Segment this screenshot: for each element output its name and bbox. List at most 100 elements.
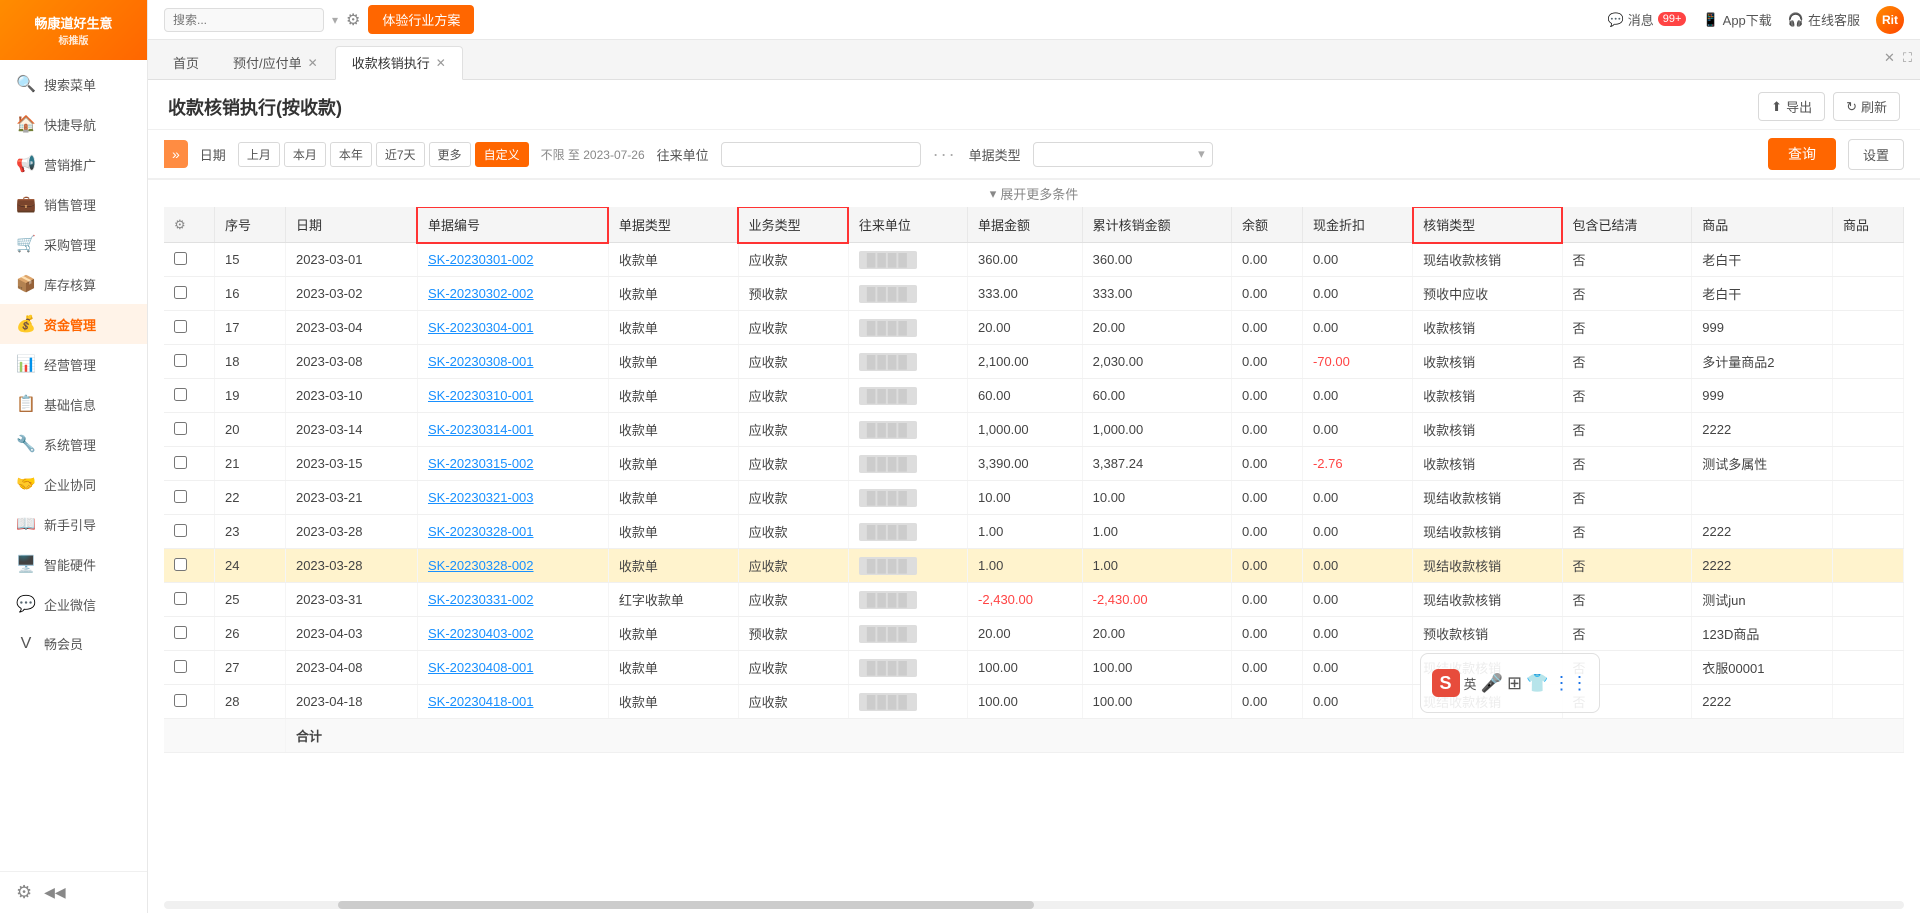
cell-biz_type: 应收款: [738, 379, 848, 413]
partner-input[interactable]: [721, 142, 921, 167]
query-button[interactable]: 查询: [1768, 138, 1836, 170]
cell-doc_no[interactable]: SK-20230328-001: [417, 515, 608, 549]
horizontal-scrollbar[interactable]: [164, 901, 1904, 909]
cell-doc_no[interactable]: SK-20230418-001: [417, 685, 608, 719]
row-checkbox[interactable]: [174, 320, 187, 333]
sidebar-item-operations[interactable]: 📊经营管理: [0, 344, 147, 384]
row-checkbox[interactable]: [174, 422, 187, 435]
tab-home[interactable]: 首页: [156, 46, 216, 80]
cell-doc_no[interactable]: SK-20230403-002: [417, 617, 608, 651]
doc-link[interactable]: SK-20230304-001: [428, 320, 534, 335]
row-checkbox[interactable]: [174, 558, 187, 571]
sidebar-item-marketing[interactable]: 📢营销推广: [0, 144, 147, 184]
export-button[interactable]: ⬆ 导出: [1758, 92, 1825, 121]
sidebar-item-inventory[interactable]: 📦库存核算: [0, 264, 147, 304]
messages-item[interactable]: 💬 消息 99+: [1608, 10, 1687, 29]
sidebar-item-guide[interactable]: 📖新手引导: [0, 504, 147, 544]
date-btn-更多[interactable]: 更多: [429, 142, 471, 167]
settings-icon[interactable]: ⚙: [16, 882, 32, 903]
cell-amount: 100.00: [968, 651, 1083, 685]
expand-more-bar[interactable]: ▾ 展开更多条件: [148, 179, 1920, 207]
date-btn-本月[interactable]: 本月: [284, 142, 326, 167]
table-settings-icon[interactable]: ⚙: [174, 217, 186, 232]
mic-icon[interactable]: 🎤: [1481, 673, 1503, 694]
doc-link[interactable]: SK-20230331-002: [428, 592, 534, 607]
cell-doc_no[interactable]: SK-20230308-001: [417, 345, 608, 379]
tab-prepay-invoice[interactable]: 预付/应付单✕: [216, 46, 335, 80]
industry-solution-button[interactable]: 体验行业方案: [368, 5, 474, 34]
sidebar-item-wechat[interactable]: 💬企业微信: [0, 584, 147, 624]
collapse-icon[interactable]: ◀◀: [44, 884, 66, 901]
tab-close-icon[interactable]: ✕: [308, 56, 318, 70]
cell-doc_no[interactable]: SK-20230321-003: [417, 481, 608, 515]
filter-area: » 日期 上月本月本年近7天更多自定义 不限 至 2023-07-26 往来单位…: [148, 130, 1920, 179]
date-btn-custom[interactable]: 自定义: [475, 142, 529, 167]
doc-link[interactable]: SK-20230308-001: [428, 354, 534, 369]
cell-doc_no[interactable]: SK-20230331-002: [417, 583, 608, 617]
cell-doc_no[interactable]: SK-20230301-002: [417, 243, 608, 277]
maximize-icon[interactable]: ⛶: [1903, 50, 1912, 66]
row-checkbox[interactable]: [174, 490, 187, 503]
cell-doc_no[interactable]: SK-20230315-002: [417, 447, 608, 481]
doc-type-select[interactable]: [1033, 142, 1213, 167]
doc-link[interactable]: SK-20230403-002: [428, 626, 534, 641]
tab-close-icon[interactable]: ✕: [436, 56, 446, 70]
apps-icon[interactable]: ⋮⋮: [1552, 673, 1588, 694]
row-checkbox[interactable]: [174, 660, 187, 673]
doc-link[interactable]: SK-20230314-001: [428, 422, 534, 437]
cell-doc_no[interactable]: SK-20230304-001: [417, 311, 608, 345]
online-service-item[interactable]: 🎧 在线客服: [1788, 10, 1860, 29]
doc-link[interactable]: SK-20230315-002: [428, 456, 534, 471]
partner-dots[interactable]: ···: [933, 144, 957, 165]
close-tab-icon[interactable]: ✕: [1884, 50, 1895, 66]
shirt-icon[interactable]: 👕: [1526, 673, 1548, 694]
row-checkbox[interactable]: [174, 524, 187, 537]
date-btn-上月[interactable]: 上月: [238, 142, 280, 167]
avatar[interactable]: Rit: [1876, 6, 1904, 34]
sidebar-item-collab[interactable]: 🤝企业协同: [0, 464, 147, 504]
doc-link[interactable]: SK-20230408-001: [428, 660, 534, 675]
doc-link[interactable]: SK-20230301-002: [428, 252, 534, 267]
cell-balance: 0.00: [1232, 447, 1303, 481]
grid-icon[interactable]: ⊞: [1507, 673, 1522, 694]
sidebar-item-search[interactable]: 🔍搜索菜单: [0, 64, 147, 104]
refresh-button[interactable]: ↻ 刷新: [1833, 92, 1900, 121]
row-checkbox[interactable]: [174, 592, 187, 605]
sidebar-item-purchase[interactable]: 🛒采购管理: [0, 224, 147, 264]
dropdown-arrow-icon[interactable]: ▾: [332, 13, 338, 27]
doc-link[interactable]: SK-20230328-001: [428, 524, 534, 539]
marketing-icon: 📢: [16, 154, 36, 174]
row-checkbox[interactable]: [174, 626, 187, 639]
doc-link[interactable]: SK-20230321-003: [428, 490, 534, 505]
filter-expand-button[interactable]: »: [164, 140, 188, 168]
cell-doc_no[interactable]: SK-20230310-001: [417, 379, 608, 413]
doc-link[interactable]: SK-20230310-001: [428, 388, 534, 403]
settings-gear-icon[interactable]: ⚙: [346, 10, 360, 30]
doc-link[interactable]: SK-20230418-001: [428, 694, 534, 709]
row-checkbox[interactable]: [174, 694, 187, 707]
row-checkbox[interactable]: [174, 388, 187, 401]
settings-button[interactable]: 设置: [1848, 139, 1904, 170]
row-checkbox[interactable]: [174, 456, 187, 469]
sidebar-item-finance[interactable]: 💰资金管理: [0, 304, 147, 344]
cell-doc_no[interactable]: SK-20230328-002: [417, 549, 608, 583]
tab-receipt-exec[interactable]: 收款核销执行✕: [335, 46, 463, 80]
row-checkbox[interactable]: [174, 354, 187, 367]
sidebar-item-basic[interactable]: 📋基础信息: [0, 384, 147, 424]
date-btn-近7天[interactable]: 近7天: [376, 142, 425, 167]
row-checkbox[interactable]: [174, 252, 187, 265]
sidebar-item-sales[interactable]: 💼销售管理: [0, 184, 147, 224]
sidebar-item-quick-nav[interactable]: 🏠快捷导航: [0, 104, 147, 144]
app-download-item[interactable]: 📱 App下载: [1702, 10, 1771, 29]
top-search-input[interactable]: [164, 8, 324, 32]
sidebar-item-system[interactable]: 🔧系统管理: [0, 424, 147, 464]
doc-link[interactable]: SK-20230328-002: [428, 558, 534, 573]
row-checkbox[interactable]: [174, 286, 187, 299]
sidebar-item-hardware[interactable]: 🖥️智能硬件: [0, 544, 147, 584]
cell-doc_no[interactable]: SK-20230302-002: [417, 277, 608, 311]
cell-doc_no[interactable]: SK-20230408-001: [417, 651, 608, 685]
doc-link[interactable]: SK-20230302-002: [428, 286, 534, 301]
sidebar-item-member[interactable]: V畅会员: [0, 624, 147, 663]
cell-doc_no[interactable]: SK-20230314-001: [417, 413, 608, 447]
date-btn-本年[interactable]: 本年: [330, 142, 372, 167]
